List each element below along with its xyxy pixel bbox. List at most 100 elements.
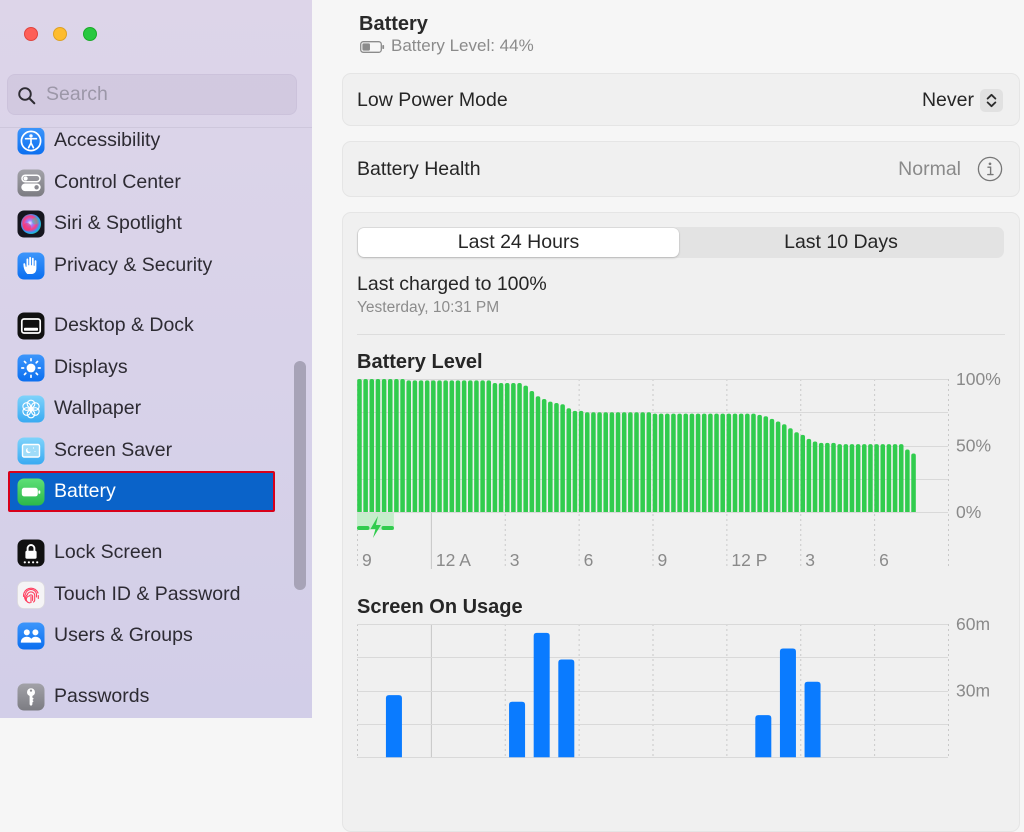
sidebar-item-label: Touch ID & Password — [54, 582, 241, 605]
usage-bar — [804, 681, 821, 758]
minimize-button[interactable] — [53, 27, 67, 41]
battery-bar — [523, 385, 528, 512]
battery-bar — [437, 380, 442, 512]
battery-bar — [862, 444, 867, 512]
battery-bar — [591, 412, 596, 512]
search-field[interactable] — [7, 74, 297, 115]
info-button[interactable] — [977, 156, 1003, 182]
battery-bar — [806, 438, 812, 512]
sidebar-item-control-center[interactable]: Control Center — [0, 162, 290, 204]
sidebar-item-label: Siri & Spotlight — [54, 212, 182, 235]
battery-bar — [449, 380, 455, 512]
sidebar: Accessibility Control Center — [0, 0, 312, 718]
tab-last-10-days[interactable]: Last 10 Days — [679, 228, 1003, 257]
battery-bar — [794, 432, 799, 512]
battery-bar — [886, 444, 892, 512]
battery-icon — [17, 478, 45, 506]
sidebar-item-siri-spotlight[interactable]: Siri & Spotlight — [0, 203, 290, 245]
battery-bar — [726, 413, 732, 512]
battery-bar — [375, 379, 381, 512]
low-power-mode-row: Low Power Mode Never — [342, 73, 1020, 126]
sidebar-item-displays[interactable]: Displays — [0, 347, 290, 389]
sidebar-item-users-groups[interactable]: Users & Groups — [0, 615, 290, 657]
battery-bar — [431, 380, 436, 512]
y-tick-label: 60m — [956, 614, 990, 634]
battery-bar — [892, 444, 898, 512]
sidebar-item-label: Passwords — [54, 685, 150, 708]
sidebar-list: Accessibility Control Center Siri & Spot… — [0, 128, 312, 718]
battery-bar — [911, 453, 916, 512]
x-tick-label: 6 — [879, 550, 889, 570]
battery-bar — [751, 413, 756, 512]
zoom-button[interactable] — [83, 27, 97, 41]
search-input[interactable] — [46, 75, 286, 114]
battery-bar — [548, 401, 553, 512]
battery-bar — [474, 380, 479, 512]
battery-bar — [800, 434, 806, 512]
close-button[interactable] — [24, 27, 38, 41]
usage-bar — [779, 648, 796, 758]
battery-bar — [855, 444, 861, 512]
tab-last-24-hours[interactable]: Last 24 Hours — [358, 228, 679, 257]
battery-bar — [874, 444, 879, 512]
last-charged-time: Yesterday, 10:31 PM — [357, 299, 500, 316]
battery-bar — [535, 396, 541, 512]
battery-bar — [517, 382, 522, 512]
screen-usage-chart: 60m 30m — [357, 614, 990, 758]
low-power-mode-label: Low Power Mode — [357, 89, 508, 111]
battery-bar — [394, 379, 399, 512]
sidebar-item-screen-saver[interactable]: Screen Saver — [0, 430, 290, 472]
users-icon — [17, 622, 45, 650]
battery-bar — [695, 413, 701, 512]
page-title: Battery — [359, 13, 428, 35]
battery-bar — [511, 382, 516, 512]
battery-bar — [665, 413, 670, 512]
battery-bar — [781, 424, 787, 512]
usage-bar — [533, 632, 550, 758]
battery-bar — [584, 412, 590, 512]
battery-bar — [603, 412, 609, 512]
screen-saver-icon — [17, 437, 45, 465]
battery-bar — [400, 379, 405, 512]
x-tick-label: 12 P — [731, 550, 767, 570]
battery-bar — [701, 413, 707, 512]
battery-bar — [480, 380, 485, 512]
y-tick-label: 50% — [956, 436, 991, 456]
sidebar-scrollbar[interactable] — [294, 361, 306, 590]
desktop-dock-icon — [17, 312, 45, 340]
sidebar-item-passwords[interactable]: Passwords — [0, 676, 290, 718]
battery-bar — [357, 379, 362, 512]
battery-bar — [621, 412, 627, 512]
sidebar-item-label: Privacy & Security — [54, 253, 213, 276]
sidebar-item-label: Screen Saver — [54, 438, 173, 461]
range-segmented-control: Last 24 Hours Last 10 Days — [357, 227, 1004, 258]
sidebar-item-wallpaper[interactable]: Wallpaper — [0, 388, 290, 430]
chevron-up-down-icon — [986, 93, 997, 108]
battery-bar — [492, 382, 498, 512]
battery-bar — [689, 413, 695, 512]
battery-bar — [572, 410, 578, 512]
sidebar-item-accessibility[interactable]: Accessibility — [0, 128, 290, 162]
sidebar-item-desktop-dock[interactable]: Desktop & Dock — [0, 305, 290, 347]
low-power-mode-stepper[interactable] — [980, 89, 1003, 112]
battery-bar — [757, 414, 762, 512]
battery-bar — [486, 380, 492, 512]
battery-bar — [837, 444, 842, 512]
low-power-mode-value[interactable]: Never — [922, 74, 974, 126]
flower-icon — [17, 395, 45, 423]
sidebar-item-privacy-security[interactable]: Privacy & Security — [0, 245, 290, 287]
battery-bar — [714, 413, 719, 512]
key-icon — [17, 683, 45, 711]
sidebar-item-lock-screen[interactable]: Lock Screen — [0, 532, 290, 574]
sidebar-item-label: Control Center — [54, 170, 181, 193]
battery-bar — [443, 380, 448, 512]
battery-bar — [763, 416, 769, 512]
battery-bar — [677, 413, 682, 512]
battery-bar — [868, 444, 873, 512]
sidebar-item-battery[interactable]: Battery — [0, 471, 290, 513]
sidebar-item-label: Users & Groups — [54, 624, 193, 647]
battery-bar — [769, 418, 775, 512]
x-tick-label: 3 — [510, 550, 520, 570]
battery-level-text: Battery Level: 44% — [391, 36, 534, 55]
sidebar-item-touch-id[interactable]: Touch ID & Password — [0, 574, 290, 616]
